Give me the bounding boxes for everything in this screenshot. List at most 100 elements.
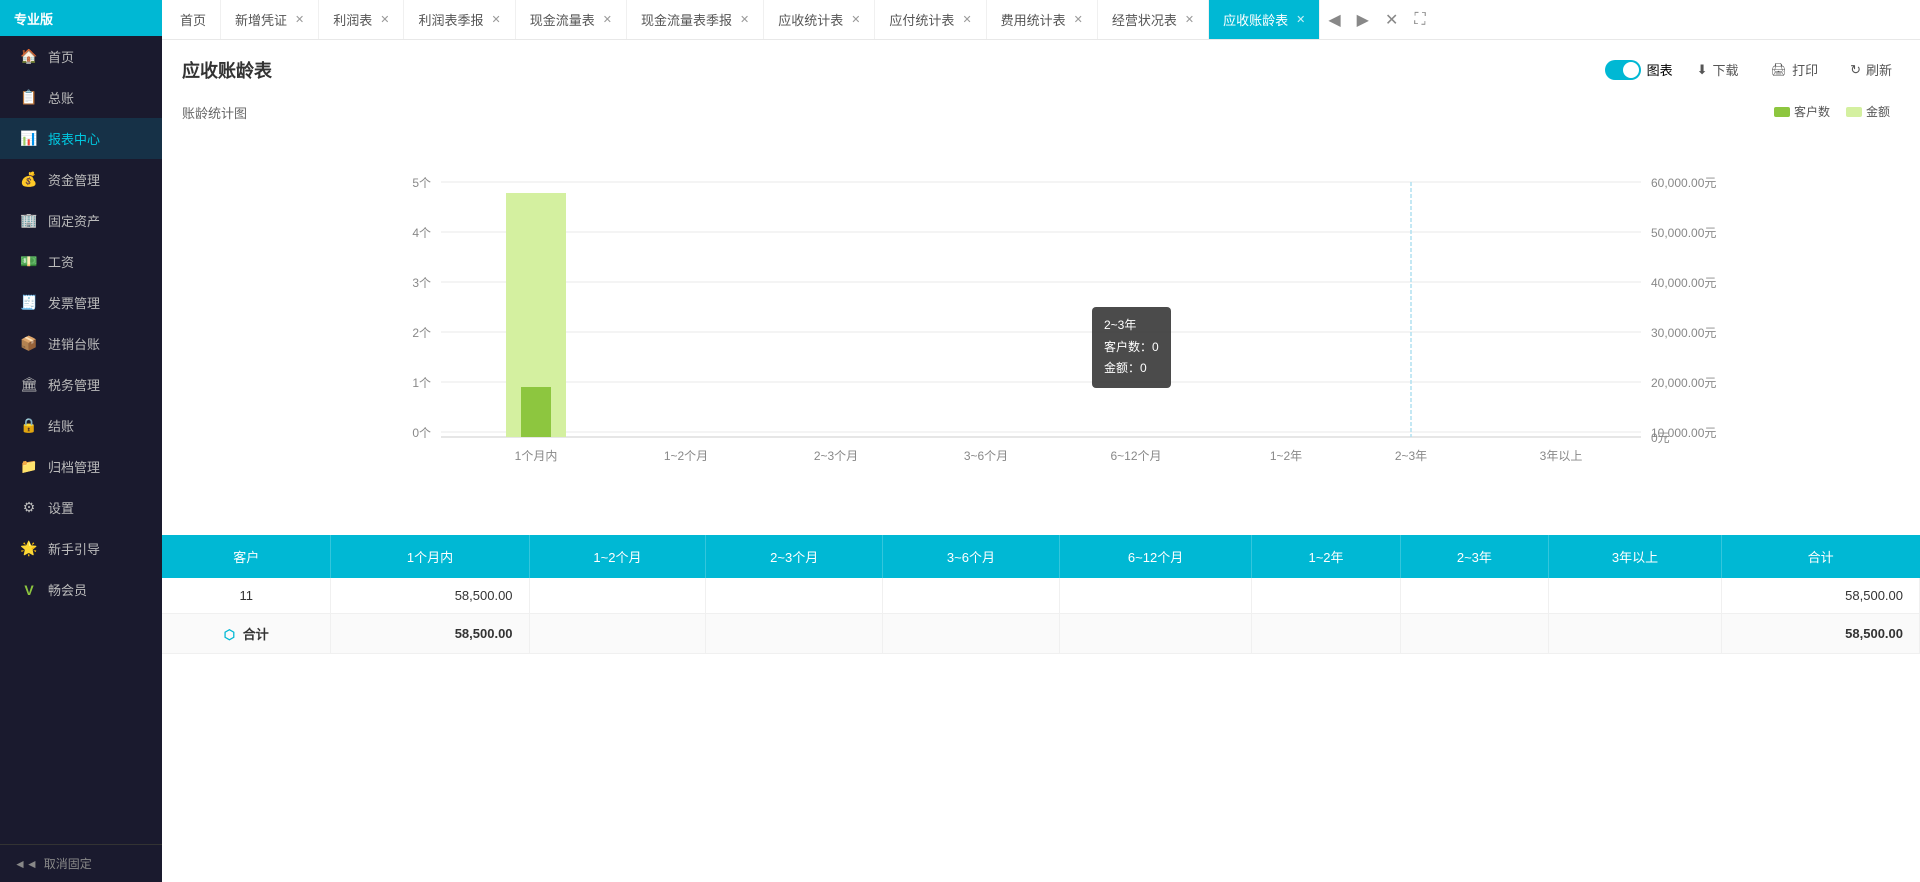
page-header: 应收账龄表 图表 ⬇ 下载 🖨 打印 ↻ 刷新 <box>162 40 1920 93</box>
unpin-button[interactable]: ◄◄ 取消固定 <box>0 844 162 882</box>
svg-text:2个: 2个 <box>412 326 431 340</box>
sidebar: 专业版 🏠 首页 📋 总账 📊 报表中心 💰 资金管理 🏢 固定资产 💵 工资 … <box>0 0 162 882</box>
bar-chart: 5个 4个 3个 2个 1个 0个 60,000.00元 50,000.00元 … <box>182 132 1900 512</box>
tab-close-icon[interactable]: ✕ <box>851 13 860 26</box>
cell-total-sum: 58,500.00 <box>1721 614 1919 654</box>
report-icon: 📊 <box>20 130 38 147</box>
sidebar-item-report[interactable]: 📊 报表中心 <box>0 118 162 159</box>
tab-ar-stats[interactable]: 应收统计表 ✕ <box>764 0 875 40</box>
sidebar-item-label: 发票管理 <box>48 293 100 312</box>
invoice-icon: 🧾 <box>20 294 38 311</box>
guide-icon: 🌟 <box>20 540 38 557</box>
app-logo: 专业版 <box>0 0 162 36</box>
svg-text:1~2年: 1~2年 <box>1270 449 1302 463</box>
sidebar-item-member[interactable]: V 畅会员 <box>0 569 162 610</box>
chart-svg-wrapper: 5个 4个 3个 2个 1个 0个 60,000.00元 50,000.00元 … <box>182 132 1900 515</box>
cell-customer: 11 <box>162 578 331 614</box>
sidebar-item-label: 固定资产 <box>48 211 100 230</box>
print-icon: 🖨 <box>1771 62 1788 78</box>
svg-text:3年以上: 3年以上 <box>1540 449 1583 463</box>
cell-m36 <box>883 578 1060 614</box>
sidebar-item-label: 首页 <box>48 47 74 66</box>
tab-close-icon[interactable]: ✕ <box>295 13 304 26</box>
svg-text:2~3年: 2~3年 <box>1395 449 1427 463</box>
tab-close-icon[interactable]: ✕ <box>1185 13 1194 26</box>
sidebar-item-settings[interactable]: ⚙ 设置 <box>0 487 162 528</box>
cell-m612 <box>1059 578 1252 614</box>
print-button[interactable]: 🖨 打印 <box>1763 56 1827 83</box>
sidebar-item-tax[interactable]: 🏛 税务管理 <box>0 364 162 405</box>
cell-total-m36 <box>883 614 1060 654</box>
tab-close-icon[interactable]: ✕ <box>603 13 612 26</box>
download-button[interactable]: ⬇ 下载 <box>1689 56 1747 83</box>
tab-profit[interactable]: 利润表 ✕ <box>319 0 404 40</box>
cell-total-m612 <box>1059 614 1252 654</box>
sidebar-item-label: 进销台账 <box>48 334 100 353</box>
bar-customer-1 <box>521 387 551 437</box>
total-row: ⬡ 合计 58,500.00 58,500.00 <box>162 614 1920 654</box>
tab-cashflow-quarter[interactable]: 现金流量表季报 ✕ <box>627 0 764 40</box>
tab-prev-button[interactable]: ◀ <box>1320 0 1348 40</box>
data-table-wrap: 客户 1个月内 1~2个月 2~3个月 3~6个月 6~12个月 1~2年 2~… <box>162 535 1920 654</box>
sidebar-item-label: 工资 <box>48 252 74 271</box>
col-y12: 1~2年 <box>1252 535 1400 578</box>
svg-text:3个: 3个 <box>412 276 431 290</box>
tab-expand-button[interactable]: ⛶ <box>1406 0 1433 40</box>
tab-expense-stats[interactable]: 费用统计表 ✕ <box>987 0 1098 40</box>
page-title: 应收账龄表 <box>182 57 272 83</box>
tab-close-icon[interactable]: ✕ <box>1296 13 1305 26</box>
sidebar-item-label: 新手引导 <box>48 539 100 558</box>
tab-new-voucher[interactable]: 新增凭证 ✕ <box>221 0 319 40</box>
asset-icon: 🏢 <box>20 212 38 229</box>
unpin-icon: ◄◄ <box>14 857 38 871</box>
tab-ap-stats[interactable]: 应付统计表 ✕ <box>875 0 986 40</box>
tab-close-icon[interactable]: ✕ <box>380 13 389 26</box>
cell-total-label: ⬡ 合计 <box>162 614 331 654</box>
sidebar-item-fund[interactable]: 💰 资金管理 <box>0 159 162 200</box>
sidebar-item-salary[interactable]: 💵 工资 <box>0 241 162 282</box>
tab-next-button[interactable]: ▶ <box>1349 0 1377 40</box>
sidebar-item-ledger[interactable]: 📋 总账 <box>0 77 162 118</box>
sidebar-item-stock[interactable]: 📦 进销台账 <box>0 323 162 364</box>
tab-profit-quarter[interactable]: 利润表季报 ✕ <box>404 0 515 40</box>
tab-close-icon[interactable]: ✕ <box>740 13 749 26</box>
sidebar-item-close[interactable]: 🔒 结账 <box>0 405 162 446</box>
sidebar-item-label: 资金管理 <box>48 170 100 189</box>
refresh-button[interactable]: ↻ 刷新 <box>1842 56 1900 83</box>
cell-m1: 58,500.00 <box>331 578 529 614</box>
col-total: 合计 <box>1721 535 1919 578</box>
sidebar-item-label: 设置 <box>48 498 74 517</box>
cell-total-y23 <box>1400 614 1548 654</box>
tab-cashflow[interactable]: 现金流量表 ✕ <box>516 0 627 40</box>
chart-toggle-wrap: 图表 <box>1605 60 1673 80</box>
tab-close-icon[interactable]: ✕ <box>962 13 971 26</box>
sidebar-item-guide[interactable]: 🌟 新手引导 <box>0 528 162 569</box>
cell-y3 <box>1549 578 1722 614</box>
col-y23: 2~3年 <box>1400 535 1548 578</box>
stock-icon: 📦 <box>20 335 38 352</box>
table-row: 11 58,500.00 58,500.00 <box>162 578 1920 614</box>
chart-toggle[interactable] <box>1605 60 1641 80</box>
sidebar-item-home[interactable]: 🏠 首页 <box>0 36 162 77</box>
tab-ar-age[interactable]: 应收账龄表 ✕ <box>1209 0 1320 40</box>
tab-biz-status[interactable]: 经营状况表 ✕ <box>1098 0 1209 40</box>
home-icon: 🏠 <box>20 48 38 65</box>
cell-total-y12 <box>1252 614 1400 654</box>
tab-close-all-button[interactable]: ✕ <box>1377 0 1406 40</box>
sidebar-item-invoice[interactable]: 🧾 发票管理 <box>0 282 162 323</box>
svg-text:1个月内: 1个月内 <box>515 449 558 463</box>
sidebar-item-archive[interactable]: 📁 归档管理 <box>0 446 162 487</box>
svg-text:0个: 0个 <box>412 426 431 440</box>
main-area: 首页 新增凭证 ✕ 利润表 ✕ 利润表季报 ✕ 现金流量表 ✕ 现金流量表季报 … <box>162 0 1920 882</box>
svg-text:1~2个月: 1~2个月 <box>664 449 708 463</box>
sidebar-item-asset[interactable]: 🏢 固定资产 <box>0 200 162 241</box>
cell-total-y3 <box>1549 614 1722 654</box>
archive-icon: 📁 <box>20 458 38 475</box>
sidebar-item-label: 归档管理 <box>48 457 100 476</box>
col-m12: 1~2个月 <box>529 535 706 578</box>
tab-close-icon[interactable]: ✕ <box>492 13 501 26</box>
legend-amount: 金额 <box>1846 103 1890 120</box>
tab-close-icon[interactable]: ✕ <box>1074 13 1083 26</box>
cell-total-m1: 58,500.00 <box>331 614 529 654</box>
tab-home[interactable]: 首页 <box>166 0 221 40</box>
